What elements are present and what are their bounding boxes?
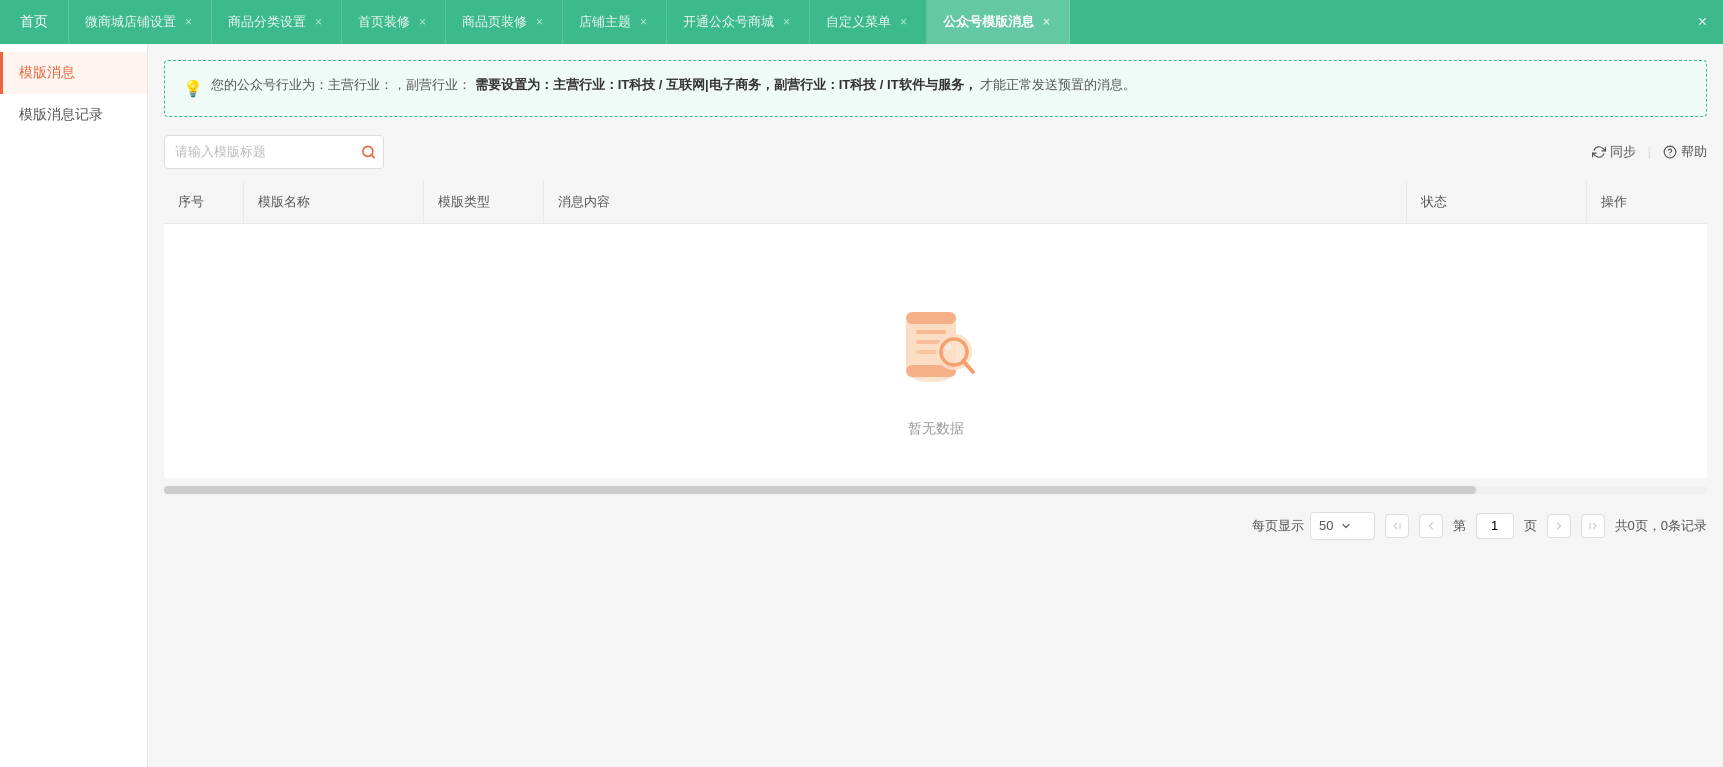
close-tab-mp-shop[interactable]: × bbox=[780, 13, 793, 31]
notice-box: 💡 您的公众号行业为：主营行业：，副营行业： 需要设置为：主营行业：IT科技 /… bbox=[164, 60, 1707, 117]
nav-tab-product-decor-label: 商品页装修 bbox=[462, 13, 527, 31]
prev-page-button[interactable] bbox=[1419, 514, 1443, 538]
nav-tab-template-msg[interactable]: 公众号模版消息 × bbox=[927, 0, 1070, 44]
prev-page-icon bbox=[1425, 520, 1437, 532]
svg-point-14 bbox=[946, 344, 952, 350]
last-page-button[interactable] bbox=[1581, 514, 1605, 538]
toolbar-right: 同步 | 帮助 bbox=[1592, 143, 1707, 161]
close-all-tabs-button[interactable]: × bbox=[1682, 0, 1723, 44]
close-tab-category[interactable]: × bbox=[312, 13, 325, 31]
nav-tab-home-decor-label: 首页装修 bbox=[358, 13, 410, 31]
col-header-content: 消息内容 bbox=[544, 181, 1407, 223]
search-bar: 同步 | 帮助 bbox=[164, 135, 1707, 169]
notice-text: 您的公众号行业为：主营行业：，副营行业： 需要设置为：主营行业：IT科技 / 互… bbox=[211, 75, 1136, 96]
first-page-icon bbox=[1391, 520, 1403, 532]
total-records-text: 共0页，0条记录 bbox=[1615, 517, 1707, 535]
nav-tab-home[interactable]: 首页 bbox=[0, 0, 69, 44]
col-header-action: 操作 bbox=[1587, 181, 1707, 223]
horizontal-scrollbar[interactable] bbox=[164, 486, 1707, 494]
svg-rect-8 bbox=[916, 330, 946, 334]
page-size-dropdown[interactable]: 50 bbox=[1310, 512, 1374, 540]
scrollbar-thumb[interactable] bbox=[164, 486, 1476, 494]
search-button[interactable] bbox=[361, 144, 376, 159]
nav-tab-home-decor[interactable]: 首页装修 × bbox=[342, 0, 446, 44]
next-page-button[interactable] bbox=[1547, 514, 1571, 538]
sync-label: 同步 bbox=[1610, 143, 1636, 161]
svg-line-1 bbox=[371, 155, 374, 158]
page-size-value: 50 bbox=[1319, 518, 1333, 533]
nav-tab-custom-menu[interactable]: 自定义菜单 × bbox=[810, 0, 927, 44]
empty-text: 暂无数据 bbox=[908, 420, 964, 438]
close-tab-shop-setting[interactable]: × bbox=[182, 13, 195, 31]
svg-rect-9 bbox=[916, 340, 941, 344]
col-header-index: 序号 bbox=[164, 181, 244, 223]
nav-tab-template-msg-label: 公众号模版消息 bbox=[943, 13, 1034, 31]
nav-tab-category[interactable]: 商品分类设置 × bbox=[212, 0, 342, 44]
notice-suffix: 才能正常发送预置的消息。 bbox=[980, 77, 1136, 92]
nav-tab-mp-shop[interactable]: 开通公众号商城 × bbox=[667, 0, 810, 44]
sync-button[interactable]: 同步 bbox=[1592, 143, 1636, 161]
help-button[interactable]: 帮助 bbox=[1663, 143, 1707, 161]
main-layout: 模版消息 模版消息记录 💡 您的公众号行业为：主营行业：，副营行业： 需要设置为… bbox=[0, 44, 1723, 767]
toolbar-divider: | bbox=[1648, 144, 1651, 159]
sidebar-item-template-msg-label: 模版消息 bbox=[19, 64, 75, 80]
notice-prefix: 您的公众号行业为：主营行业：，副营行业： bbox=[211, 77, 471, 92]
close-tab-template-msg[interactable]: × bbox=[1040, 13, 1053, 31]
chevron-down-icon bbox=[1340, 520, 1352, 532]
pagination-bar: 每页显示 50 第 页 bbox=[164, 502, 1707, 544]
nav-tab-mp-shop-label: 开通公众号商城 bbox=[683, 13, 774, 31]
last-page-icon bbox=[1587, 520, 1599, 532]
col-header-name: 模版名称 bbox=[244, 181, 424, 223]
empty-icon bbox=[876, 284, 996, 404]
sidebar-item-template-msg[interactable]: 模版消息 bbox=[0, 52, 147, 94]
bulb-icon: 💡 bbox=[183, 76, 203, 102]
sidebar-item-template-msg-record[interactable]: 模版消息记录 bbox=[0, 94, 147, 136]
close-tab-product-decor[interactable]: × bbox=[533, 13, 546, 31]
col-header-type: 模版类型 bbox=[424, 181, 544, 223]
close-tab-home-decor[interactable]: × bbox=[416, 13, 429, 31]
page-size-label: 每页显示 bbox=[1252, 517, 1304, 535]
nav-tab-product-decor[interactable]: 商品页装修 × bbox=[446, 0, 563, 44]
page-label-suffix: 页 bbox=[1524, 517, 1537, 535]
template-search-input[interactable] bbox=[164, 135, 384, 169]
col-header-status: 状态 bbox=[1407, 181, 1587, 223]
table-container: 序号 模版名称 模版类型 消息内容 状态 操作 bbox=[164, 181, 1707, 478]
help-label: 帮助 bbox=[1681, 143, 1707, 161]
svg-rect-6 bbox=[906, 312, 956, 324]
nav-tab-theme-label: 店铺主题 bbox=[579, 13, 631, 31]
current-page-input[interactable] bbox=[1476, 513, 1514, 539]
sidebar: 模版消息 模版消息记录 bbox=[0, 44, 148, 767]
home-tab-label: 首页 bbox=[20, 13, 48, 31]
top-navigation: 首页 微商城店铺设置 × 商品分类设置 × 首页装修 × 商品页装修 × 店铺主… bbox=[0, 0, 1723, 44]
empty-state: 暂无数据 bbox=[164, 224, 1707, 478]
sidebar-item-template-msg-record-label: 模版消息记录 bbox=[19, 106, 103, 122]
nav-tab-shop-setting[interactable]: 微商城店铺设置 × bbox=[69, 0, 212, 44]
close-tab-theme[interactable]: × bbox=[637, 13, 650, 31]
notice-highlight: 需要设置为：主营行业：IT科技 / 互联网|电子商务，副营行业：IT科技 / I… bbox=[475, 77, 977, 92]
search-input-wrapper bbox=[164, 135, 384, 169]
first-page-button[interactable] bbox=[1385, 514, 1409, 538]
next-page-icon bbox=[1553, 520, 1565, 532]
close-tab-custom-menu[interactable]: × bbox=[897, 13, 910, 31]
content-area: 💡 您的公众号行业为：主营行业：，副营行业： 需要设置为：主营行业：IT科技 /… bbox=[148, 44, 1723, 767]
nav-tab-shop-setting-label: 微商城店铺设置 bbox=[85, 13, 176, 31]
nav-tab-custom-menu-label: 自定义菜单 bbox=[826, 13, 891, 31]
nav-tab-category-label: 商品分类设置 bbox=[228, 13, 306, 31]
table-header: 序号 模版名称 模版类型 消息内容 状态 操作 bbox=[164, 181, 1707, 224]
page-size-selector: 每页显示 50 bbox=[1252, 512, 1374, 540]
nav-tab-theme[interactable]: 店铺主题 × bbox=[563, 0, 667, 44]
page-label-prefix: 第 bbox=[1453, 517, 1466, 535]
